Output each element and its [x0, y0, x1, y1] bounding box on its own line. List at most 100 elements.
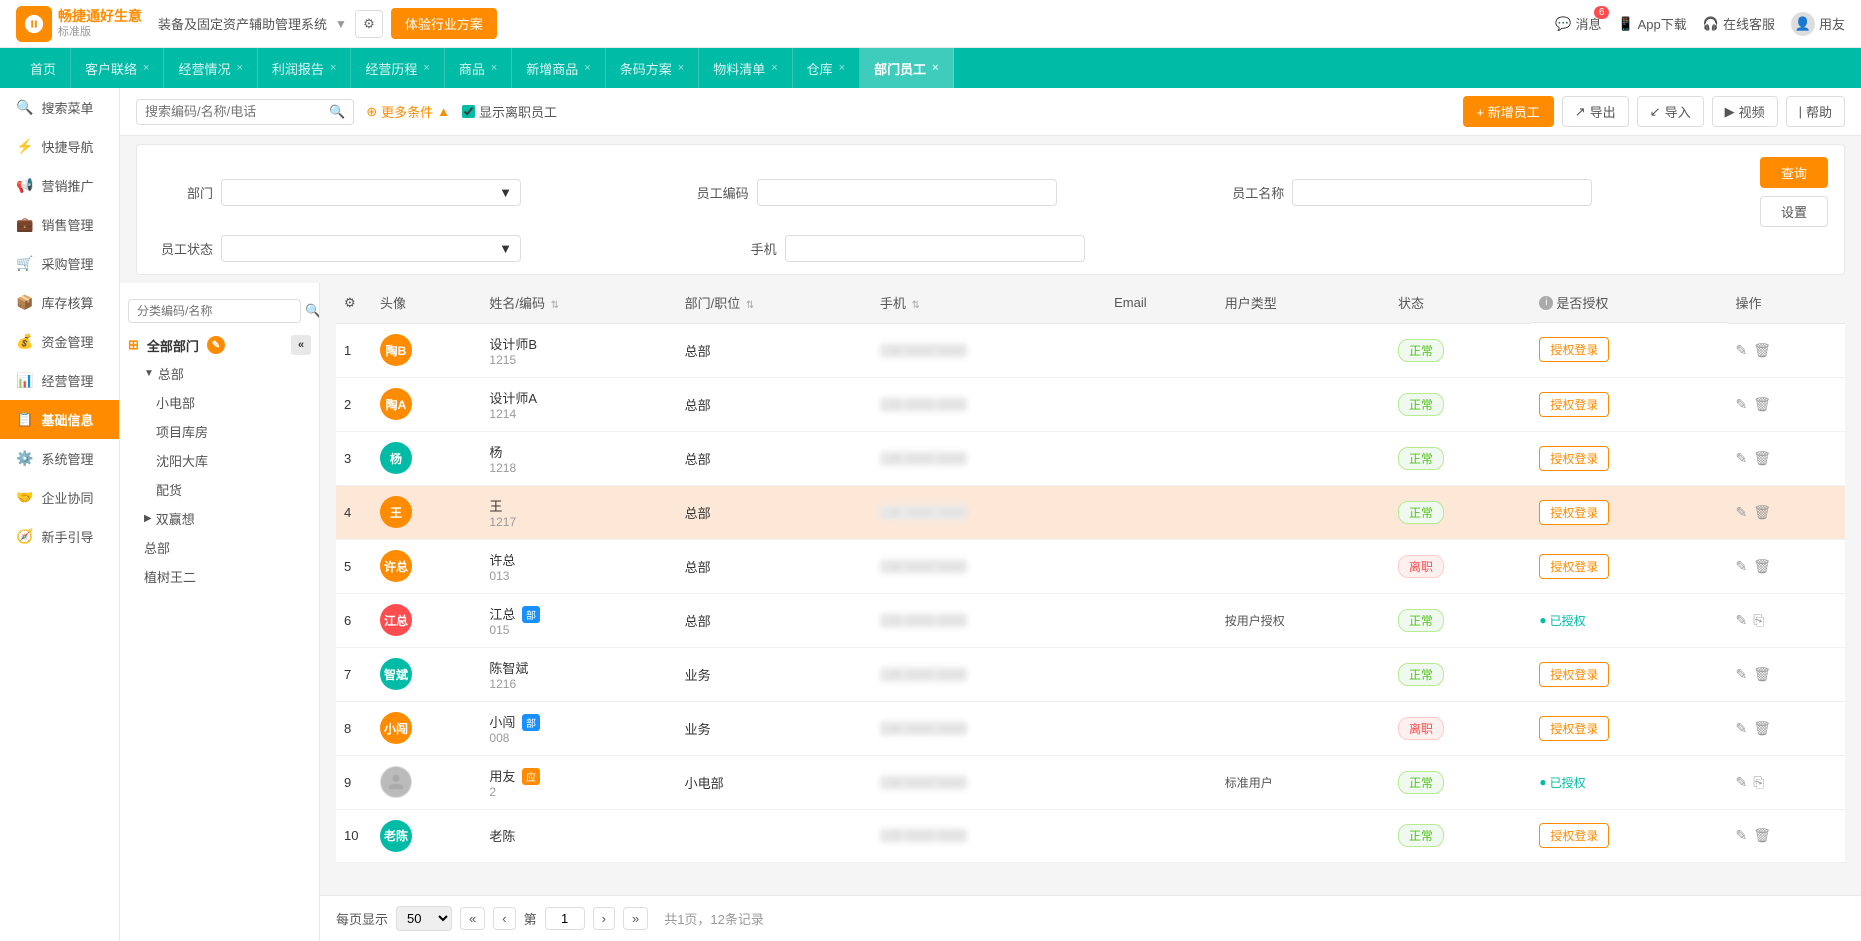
emp-name-input[interactable] — [1292, 179, 1592, 206]
edit-button[interactable]: ✎ — [1735, 666, 1747, 683]
auth-button[interactable]: 授权登录 — [1539, 662, 1609, 687]
sidebar-item-operations[interactable]: 📊 经营管理 — [0, 361, 119, 400]
close-history-icon[interactable]: × — [423, 62, 429, 74]
sidebar-item-system[interactable]: ⚙️ 系统管理 — [0, 439, 119, 478]
user-menu[interactable]: 👤 用友 — [1791, 12, 1845, 36]
close-profit-icon[interactable]: × — [330, 62, 336, 74]
export-button[interactable]: ↗ 导出 — [1562, 96, 1629, 127]
close-new-goods-icon[interactable]: × — [584, 62, 590, 74]
sidebar-item-inventory[interactable]: 📦 库存核算 — [0, 283, 119, 322]
sidebar-item-finance[interactable]: 💰 资金管理 — [0, 322, 119, 361]
setting-button[interactable]: 设置 — [1760, 196, 1828, 227]
auth-button[interactable]: 授权登录 — [1539, 716, 1609, 741]
dept-select[interactable]: ▼ — [221, 179, 521, 206]
dept-search-input[interactable] — [128, 299, 301, 323]
collapse-panel-btn[interactable]: « — [291, 335, 311, 355]
phone-input[interactable] — [785, 235, 1085, 262]
edit-button[interactable]: ✎ — [1735, 396, 1747, 413]
add-employee-button[interactable]: + 新增员工 — [1463, 96, 1554, 127]
sidebar-item-purchase[interactable]: 🛒 采购管理 — [0, 244, 119, 283]
dept-search-icon[interactable]: 🔍 — [305, 303, 320, 319]
search-icon-btn[interactable]: 🔍 — [329, 104, 345, 120]
copy-button[interactable]: ⎘ — [1753, 612, 1764, 629]
edit-button[interactable]: ✎ — [1735, 450, 1747, 467]
close-barcode-icon[interactable]: × — [678, 62, 684, 74]
dept-tree-item-project[interactable]: 项目库房 — [120, 417, 319, 446]
show-resigned-checkbox[interactable] — [462, 105, 475, 118]
help-button[interactable]: | 帮助 — [1786, 96, 1845, 127]
auth-button[interactable]: 授权登录 — [1539, 554, 1609, 579]
page-input[interactable] — [545, 907, 585, 930]
delete-button[interactable]: 🗑 — [1753, 827, 1771, 844]
edit-button[interactable]: ✎ — [1735, 827, 1747, 844]
dept-tree-item-shuangyingxiang[interactable]: ▶ 双赢想 — [120, 504, 319, 533]
tab-warehouse[interactable]: 仓库 × — [793, 48, 860, 88]
dept-tree-item-zongbu[interactable]: ▼ 总部 — [120, 359, 319, 388]
delete-button[interactable]: 🗑 — [1753, 504, 1771, 521]
col-phone[interactable]: 手机 ⇅ — [872, 283, 1106, 323]
edit-button[interactable]: ✎ — [1735, 720, 1747, 737]
dept-tree-item-zongbu2[interactable]: 总部 — [120, 533, 319, 562]
delete-button[interactable]: 🗑 — [1753, 558, 1771, 575]
online-service-button[interactable]: 🎧 在线客服 — [1703, 14, 1775, 33]
edit-button[interactable]: ✎ — [1735, 558, 1747, 575]
delete-button[interactable]: 🗑 — [1753, 342, 1771, 359]
emp-status-select[interactable]: ▼ — [221, 235, 521, 262]
tab-new-goods[interactable]: 新增商品 × — [512, 48, 605, 88]
sidebar-item-quicknav[interactable]: ⚡ 快捷导航 — [0, 127, 119, 166]
auth-button[interactable]: 授权登录 — [1539, 446, 1609, 471]
col-name[interactable]: 姓名/编码 ⇅ — [481, 283, 676, 323]
per-page-select[interactable]: 50 20 100 — [396, 906, 452, 931]
first-page-btn[interactable]: « — [460, 907, 485, 930]
query-button[interactable]: 查询 — [1760, 157, 1828, 188]
auth-button[interactable]: 授权登录 — [1539, 500, 1609, 525]
close-warehouse-icon[interactable]: × — [839, 62, 845, 74]
tab-bom[interactable]: 物料清单 × — [699, 48, 792, 88]
dept-tree-item-planting[interactable]: 植树王二 — [120, 562, 319, 591]
copy-button[interactable]: ⎘ — [1753, 774, 1764, 791]
sidebar-item-collab[interactable]: 🤝 企业协同 — [0, 478, 119, 517]
col-settings[interactable]: ⚙ — [336, 283, 372, 323]
last-page-btn[interactable]: » — [623, 907, 648, 930]
trial-button[interactable]: 体验行业方案 — [391, 8, 497, 39]
tab-profit[interactable]: 利润报告 × — [258, 48, 351, 88]
delete-button[interactable]: 🗑 — [1753, 396, 1771, 413]
sidebar-item-sales[interactable]: 💼 销售管理 — [0, 205, 119, 244]
auth-button[interactable]: 授权登录 — [1539, 337, 1609, 362]
dept-tree-item-peihuo[interactable]: 配货 — [120, 475, 319, 504]
dept-tree-item-xiaodian[interactable]: 小电部 — [120, 388, 319, 417]
delete-button[interactable]: 🗑 — [1753, 450, 1771, 467]
sidebar-item-guide[interactable]: 🧭 新手引导 — [0, 517, 119, 556]
tab-barcode[interactable]: 条码方案 × — [606, 48, 699, 88]
close-operations-icon[interactable]: × — [236, 62, 242, 74]
next-page-btn[interactable]: › — [593, 907, 615, 930]
edit-button[interactable]: ✎ — [1735, 774, 1747, 791]
edit-button[interactable]: ✎ — [1735, 612, 1747, 629]
search-input[interactable] — [145, 104, 325, 119]
tab-operations[interactable]: 经营情况 × — [164, 48, 257, 88]
tab-home[interactable]: 首页 — [16, 48, 71, 88]
edit-icon[interactable]: ✎ — [207, 336, 225, 354]
emp-code-input[interactable] — [757, 179, 1057, 206]
auth-button[interactable]: 授权登录 — [1539, 823, 1609, 848]
prev-page-btn[interactable]: ‹ — [493, 907, 515, 930]
import-button[interactable]: ↙ 导入 — [1637, 96, 1704, 127]
edit-button[interactable]: ✎ — [1735, 342, 1747, 359]
col-dept[interactable]: 部门/职位 ⇅ — [677, 283, 872, 323]
show-resigned-toggle[interactable]: 显示离职员工 — [462, 102, 557, 121]
auth-button[interactable]: 授权登录 — [1539, 392, 1609, 417]
tab-employees[interactable]: 部门员工 × — [860, 48, 953, 88]
tab-customer[interactable]: 客户联络 × — [71, 48, 164, 88]
dept-tree-item-shenyang[interactable]: 沈阳大库 — [120, 446, 319, 475]
more-conditions-btn[interactable]: ⊕ 更多条件 ▲ — [366, 102, 450, 121]
close-goods-icon[interactable]: × — [491, 62, 497, 74]
edit-button[interactable]: ✎ — [1735, 504, 1747, 521]
tab-history[interactable]: 经营历程 × — [351, 48, 444, 88]
sidebar-item-search[interactable]: 🔍 搜索菜单 — [0, 88, 119, 127]
close-employees-icon[interactable]: × — [932, 62, 938, 74]
close-bom-icon[interactable]: × — [771, 62, 777, 74]
view-button[interactable]: ▶ 视频 — [1712, 96, 1778, 127]
sidebar-item-basic[interactable]: 📋 基础信息 — [0, 400, 119, 439]
system-dropdown-arrow[interactable]: ▼ — [335, 17, 347, 31]
gear-button[interactable]: ⚙ — [355, 10, 383, 38]
